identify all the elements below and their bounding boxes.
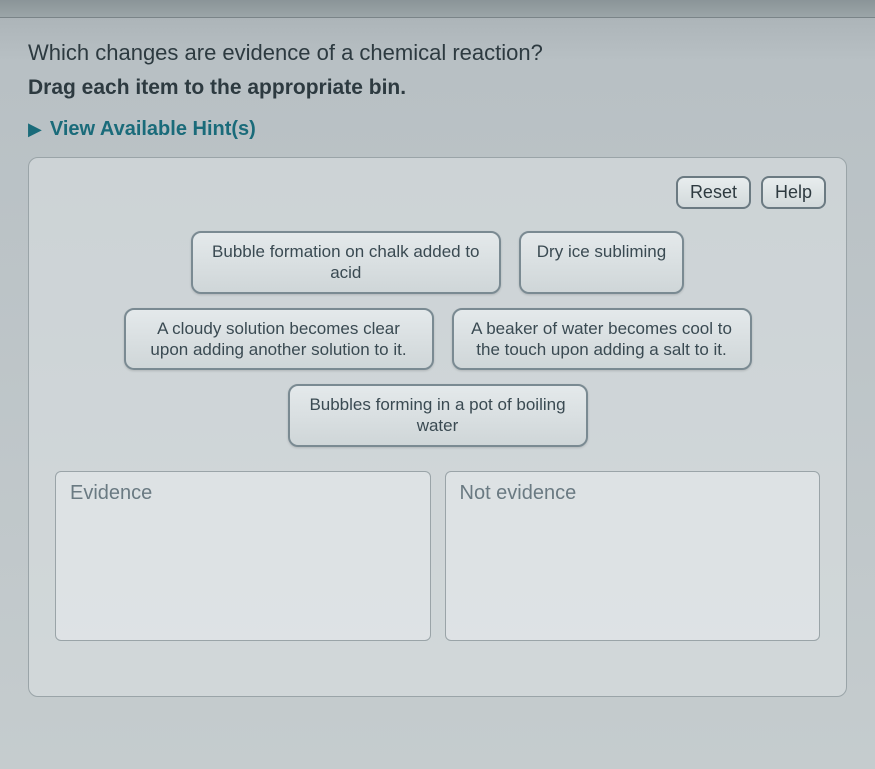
help-button[interactable]: Help	[761, 176, 826, 209]
view-hints-toggle[interactable]: ▶ View Available Hint(s)	[28, 118, 847, 141]
item-boiling-water-bubbles[interactable]: Bubbles forming in a pot of boiling wate…	[288, 384, 588, 447]
question-text: Which changes are evidence of a chemical…	[28, 40, 847, 66]
bin-not-evidence-label: Not evidence	[460, 482, 806, 505]
window-top-bar	[0, 0, 875, 18]
hints-label: View Available Hint(s)	[50, 118, 256, 141]
bin-not-evidence[interactable]: Not evidence	[445, 471, 821, 641]
item-dry-ice-subliming[interactable]: Dry ice subliming	[519, 231, 684, 294]
item-row: Bubbles forming in a pot of boiling wate…	[288, 384, 588, 447]
bins-row: Evidence Not evidence	[49, 471, 826, 641]
item-beaker-cool-salt[interactable]: A beaker of water becomes cool to the to…	[452, 308, 752, 371]
item-row: Bubble formation on chalk added to acid …	[191, 231, 684, 294]
item-row: A cloudy solution becomes clear upon add…	[124, 308, 752, 371]
caret-right-icon: ▶	[28, 119, 42, 140]
instruction-text: Drag each item to the appropriate bin.	[28, 76, 847, 100]
item-cloudy-solution-clear[interactable]: A cloudy solution becomes clear upon add…	[124, 308, 434, 371]
item-bubble-chalk-acid[interactable]: Bubble formation on chalk added to acid	[191, 231, 501, 294]
reset-button[interactable]: Reset	[676, 176, 751, 209]
draggable-items-zone: Bubble formation on chalk added to acid …	[49, 231, 826, 447]
work-area: Reset Help Bubble formation on chalk add…	[28, 157, 847, 697]
bin-evidence-label: Evidence	[70, 482, 416, 505]
bin-evidence[interactable]: Evidence	[55, 471, 431, 641]
content-area: Which changes are evidence of a chemical…	[0, 18, 875, 697]
top-buttons-row: Reset Help	[49, 176, 826, 209]
